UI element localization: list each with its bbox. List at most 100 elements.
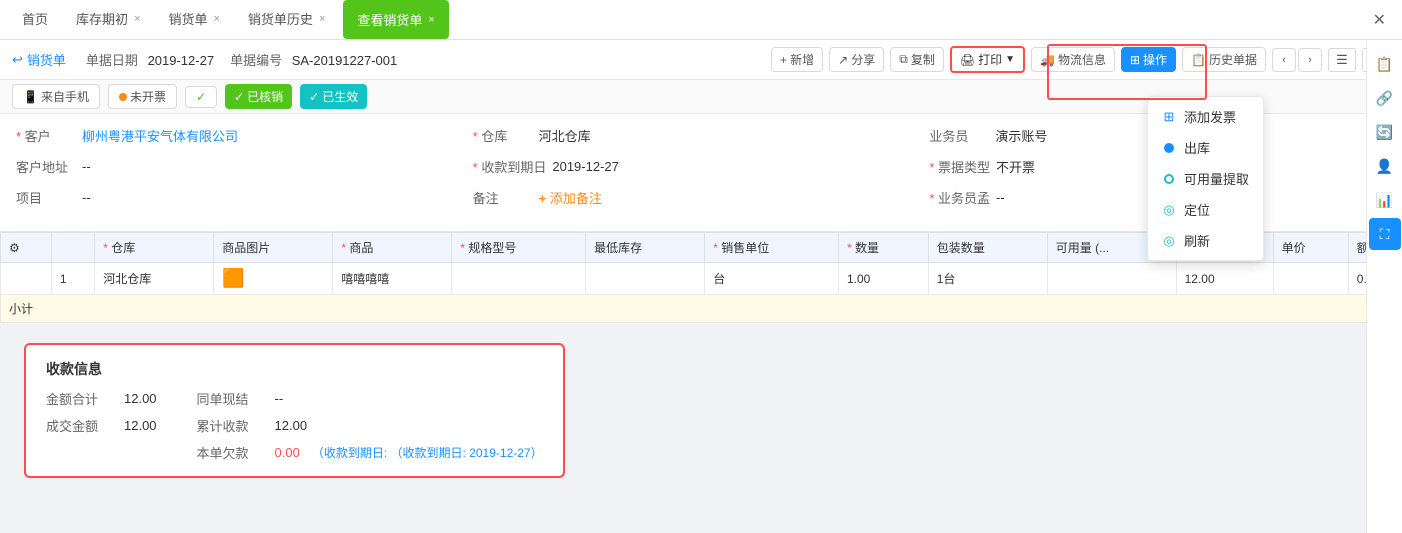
- grid-icon: ⊞: [1162, 110, 1176, 124]
- copy-icon: ⧉: [899, 52, 908, 67]
- sidebar-chart-icon[interactable]: 📊: [1369, 184, 1401, 216]
- doc-type-label: ↩ 销货单: [12, 50, 66, 69]
- print-icon: 🖨: [960, 53, 975, 67]
- note-field: 备注 + 添加备注: [473, 188, 930, 207]
- nav-next[interactable]: ›: [1298, 48, 1322, 72]
- menu-refresh[interactable]: ◎ 刷新: [1148, 225, 1263, 256]
- sales-staff-value: --: [996, 190, 1005, 205]
- already-cancelled-button[interactable]: ✓ 已核销: [225, 84, 292, 109]
- arrears-value: 0.00: [275, 445, 300, 460]
- ticket-type-label: 票据类型: [929, 157, 990, 176]
- sidebar-user-icon[interactable]: 👤: [1369, 150, 1401, 182]
- row-unitprice: [1273, 263, 1348, 295]
- new-button[interactable]: + 新增: [771, 47, 823, 72]
- menu-locate[interactable]: ◎ 定位: [1148, 194, 1263, 225]
- copy-button[interactable]: ⧉ 复制: [890, 47, 944, 72]
- add-note-button[interactable]: + 添加备注: [539, 188, 602, 207]
- sales-staff-label: 业务员孟: [929, 188, 990, 207]
- row-warehouse: 河北仓库: [95, 263, 214, 295]
- history-button[interactable]: 📋 历史单据: [1182, 47, 1266, 72]
- window-close-button[interactable]: ✕: [1365, 10, 1394, 30]
- col-packqty: 包装数量: [928, 233, 1047, 263]
- tab-sales[interactable]: 销货单 ×: [154, 0, 233, 39]
- phone-icon: 📱: [23, 90, 38, 104]
- col-product: * 商品: [333, 233, 452, 263]
- col-rownum: [51, 233, 94, 263]
- share-icon: ↗: [838, 53, 848, 67]
- menu-outbound[interactable]: 出库: [1148, 132, 1263, 163]
- customer-addr-value: --: [82, 159, 91, 174]
- location-icon: ◎: [1162, 203, 1176, 217]
- staff-value: 演示账号: [995, 126, 1047, 145]
- row-available: [1047, 263, 1176, 295]
- col-warehouse: * 仓库: [95, 233, 214, 263]
- not-open-dot: [119, 93, 127, 101]
- tab-sales-history-close[interactable]: ×: [319, 13, 325, 25]
- col-salesunit: * 销售单位: [705, 233, 839, 263]
- sidebar-doc-icon[interactable]: 📋: [1369, 48, 1401, 80]
- arrears-note: （收款到期日: （收款到期日: 2019-12-27）: [312, 444, 543, 461]
- row-spec: [452, 263, 586, 295]
- right-sidebar: 📋 🔗 🔄 👤 📊 ⛶: [1366, 40, 1402, 533]
- tab-sales-history[interactable]: 销货单历史 ×: [234, 0, 339, 39]
- tab-view-sales[interactable]: 查看销货单 ×: [343, 0, 448, 39]
- sidebar-expand-icon[interactable]: ⛶: [1369, 218, 1401, 250]
- from-phone-button[interactable]: 📱 来自手机: [12, 84, 100, 109]
- check-circle-icon: ✓: [234, 90, 244, 104]
- nav-arrows: ‹ ›: [1272, 48, 1322, 72]
- customer-addr-label: 客户地址: [16, 157, 76, 176]
- total-amount-label: 金额合计: [46, 389, 116, 408]
- print-button[interactable]: 🖨 打印 ▼: [950, 46, 1025, 73]
- already-effective-button[interactable]: ✓ 已生效: [300, 84, 367, 109]
- col-settings[interactable]: ⚙: [1, 233, 52, 263]
- tab-view-sales-close[interactable]: ×: [428, 14, 434, 26]
- doc-number-label: 单据编号 SA-20191227-001: [230, 50, 397, 69]
- print-dropdown-arrow: ▼: [1005, 54, 1015, 65]
- col-spec: * 规格型号: [452, 233, 586, 263]
- logistics-icon: 🚚: [1040, 53, 1055, 67]
- tab-sales-close[interactable]: ×: [213, 13, 219, 25]
- cumulative-label: 累计收款: [197, 416, 267, 435]
- doc-meta: 单据日期 2019-12-27 单据编号 SA-20191227-001: [86, 50, 397, 69]
- check-icon: ✓: [196, 90, 206, 104]
- logistics-button[interactable]: 🚚 物流信息: [1031, 47, 1115, 72]
- refresh-icon: ◎: [1162, 234, 1176, 248]
- table-row: 1 河北仓库 🟧 嘻嘻嘻嘻 台 1.00 1台 12.00 0.: [1, 263, 1402, 295]
- share-button[interactable]: ↗ 分享: [829, 47, 884, 72]
- doc-date-label: 单据日期 2019-12-27: [86, 50, 214, 69]
- menu-available-qty[interactable]: 可用量提取: [1148, 163, 1263, 194]
- project-field: 项目 --: [16, 188, 473, 207]
- col-img: 商品图片: [214, 233, 333, 263]
- row-packqty: 1台: [928, 263, 1047, 295]
- menu-add-invoice[interactable]: ⊞ 添加发票: [1148, 101, 1263, 132]
- total-amount-row: 金额合计 12.00: [46, 389, 157, 408]
- row-num: 1: [51, 263, 94, 295]
- same-order-value: --: [275, 391, 284, 406]
- view-list-button[interactable]: ☰: [1328, 48, 1356, 72]
- warehouse-value: 河北仓库: [539, 126, 591, 145]
- arrears-row: 本单欠款 0.00 （收款到期日: （收款到期日: 2019-12-27）: [197, 443, 543, 462]
- payment-rows: 金额合计 12.00 成交金额 12.00 同单现结 -- 累计收款: [46, 389, 543, 462]
- operations-button[interactable]: ⊞ 操作: [1121, 47, 1176, 72]
- checkmark-button[interactable]: ✓: [185, 86, 217, 108]
- subtotal-label: 小计: [1, 295, 1402, 323]
- warehouse-field: 仓库 河北仓库: [473, 126, 930, 145]
- payment-col-right: 同单现结 -- 累计收款 12.00 本单欠款 0.00 （收款到期日: （收款…: [197, 389, 543, 462]
- row-delete[interactable]: [1, 263, 52, 295]
- due-date-value: 2019-12-27: [552, 159, 619, 174]
- col-minstock: 最低库存: [586, 233, 705, 263]
- tab-inventory[interactable]: 库存期初 ×: [62, 0, 154, 39]
- warehouse-label: 仓库: [473, 126, 533, 145]
- sidebar-sync-icon[interactable]: 🔄: [1369, 116, 1401, 148]
- project-value: --: [82, 190, 91, 205]
- sidebar-link-icon[interactable]: 🔗: [1369, 82, 1401, 114]
- cumulative-value: 12.00: [275, 418, 308, 433]
- tab-home[interactable]: 首页: [8, 0, 62, 39]
- not-open-button[interactable]: 未开票: [108, 84, 177, 109]
- transaction-amount-row: 成交金额 12.00: [46, 416, 157, 435]
- tab-inventory-close[interactable]: ×: [134, 13, 140, 25]
- nav-prev[interactable]: ‹: [1272, 48, 1296, 72]
- effective-icon: ✓: [309, 90, 319, 104]
- customer-value[interactable]: 柳州粤港平安气体有限公司: [82, 126, 238, 145]
- same-order-row: 同单现结 --: [197, 389, 543, 408]
